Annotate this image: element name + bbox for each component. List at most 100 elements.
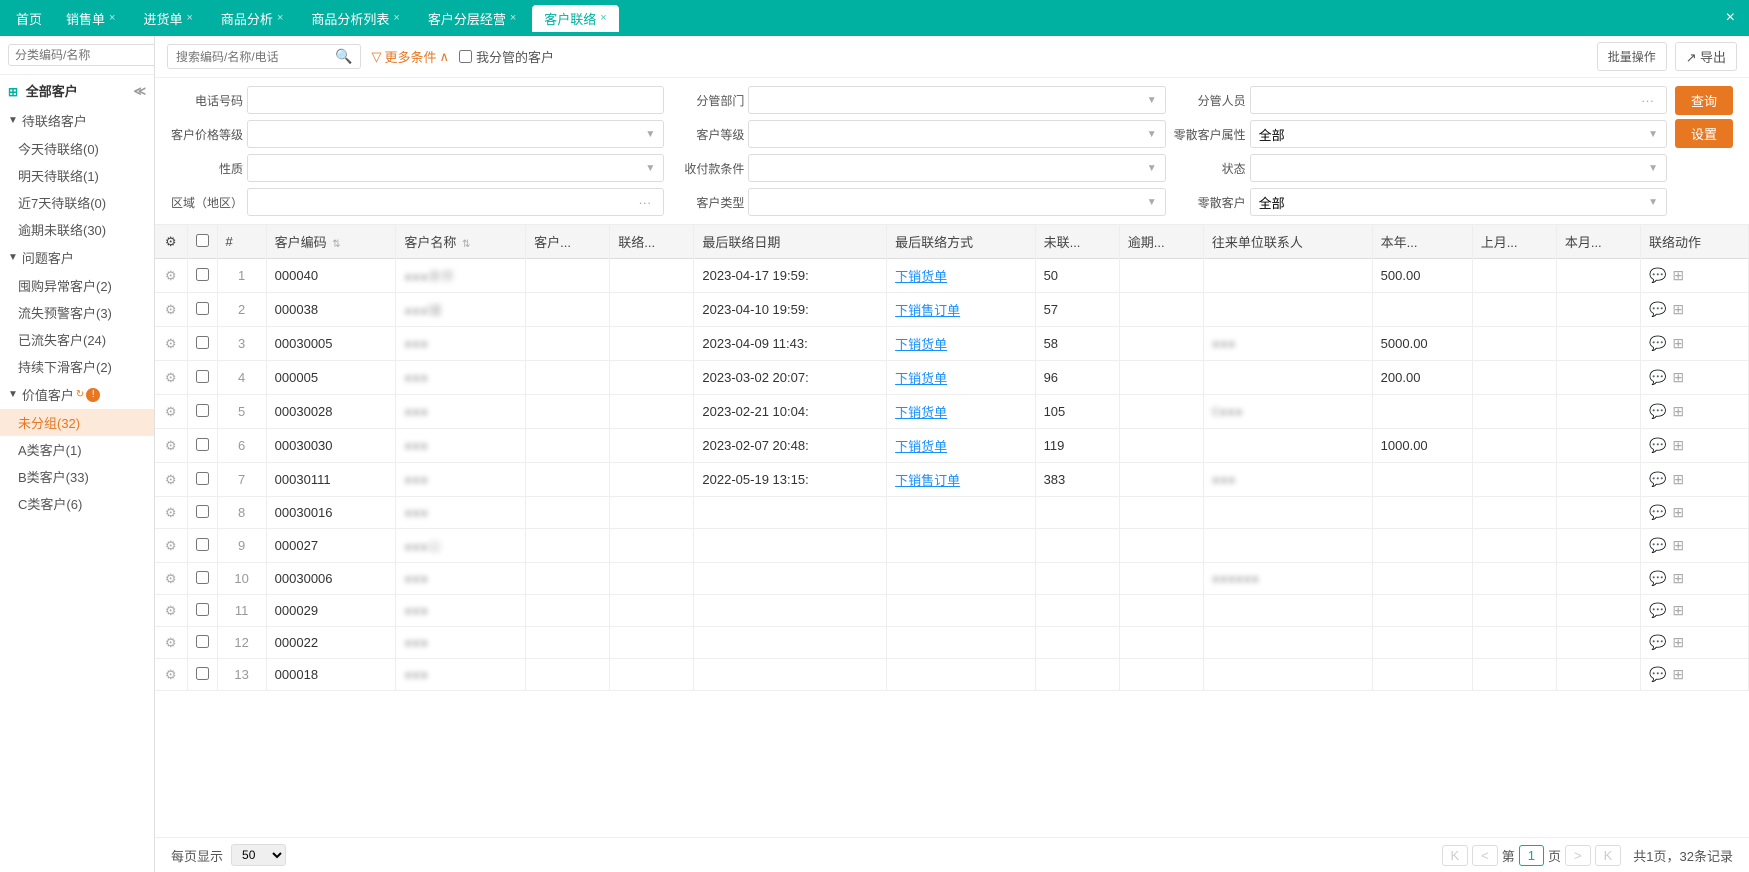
grid-action-icon[interactable]: ⊞ <box>1672 301 1684 318</box>
cell-settings[interactable]: ⚙ <box>155 395 187 429</box>
grid-action-icon[interactable]: ⊞ <box>1672 570 1684 587</box>
row-checkbox[interactable] <box>196 472 209 485</box>
sidebar-item-churned[interactable]: 已流失客户(24) <box>0 326 154 353</box>
filter-input-phone[interactable] <box>247 86 664 114</box>
chat-icon[interactable]: 💬 <box>1649 301 1666 318</box>
chat-icon[interactable]: 💬 <box>1649 666 1666 683</box>
tab-product-analysis[interactable]: 商品分析 × <box>209 5 295 32</box>
grid-action-icon[interactable]: ⊞ <box>1672 634 1684 651</box>
cell-settings[interactable]: ⚙ <box>155 361 187 395</box>
row-checkbox[interactable] <box>196 438 209 451</box>
cell-check[interactable] <box>187 463 217 497</box>
cell-check[interactable] <box>187 293 217 327</box>
filter-select-scatter-attr[interactable]: 全部 ▼ <box>1250 120 1667 148</box>
next-page-btn[interactable]: > <box>1565 845 1591 866</box>
grid-action-icon[interactable]: ⊞ <box>1672 403 1684 420</box>
cell-settings[interactable]: ⚙ <box>155 659 187 691</box>
cell-check[interactable] <box>187 659 217 691</box>
filter-select-price-level[interactable]: ▼ <box>247 120 664 148</box>
filter-select-customer-type[interactable]: ▼ <box>748 188 1165 216</box>
chat-icon[interactable]: 💬 <box>1649 537 1666 554</box>
filter-search-input[interactable] <box>176 50 331 64</box>
cell-last-contact-type[interactable]: 下销售订单 <box>887 463 1036 497</box>
cell-check[interactable] <box>187 395 217 429</box>
query-btn[interactable]: 查询 <box>1675 86 1733 115</box>
row-checkbox[interactable] <box>196 538 209 551</box>
cell-settings[interactable]: ⚙ <box>155 327 187 361</box>
cell-settings[interactable]: ⚙ <box>155 529 187 563</box>
grid-action-icon[interactable]: ⊞ <box>1672 602 1684 619</box>
grid-action-icon[interactable]: ⊞ <box>1672 335 1684 352</box>
sidebar-item-declining[interactable]: 持续下滑客户(2) <box>0 353 154 380</box>
cell-last-contact-type[interactable]: 下销货单 <box>887 327 1036 361</box>
chat-icon[interactable]: 💬 <box>1649 471 1666 488</box>
close-icon[interactable]: × <box>109 12 115 24</box>
cell-settings[interactable]: ⚙ <box>155 463 187 497</box>
select-all-checkbox[interactable] <box>196 234 209 247</box>
chat-icon[interactable]: 💬 <box>1649 403 1666 420</box>
cell-settings[interactable]: ⚙ <box>155 595 187 627</box>
grid-action-icon[interactable]: ⊞ <box>1672 537 1684 554</box>
tab-sales[interactable]: 销售单 × <box>54 5 127 32</box>
cell-check[interactable] <box>187 563 217 595</box>
filter-select-dept[interactable]: ▼ <box>748 86 1165 114</box>
row-checkbox[interactable] <box>196 370 209 383</box>
row-checkbox[interactable] <box>196 603 209 616</box>
filter-select-status[interactable]: ▼ <box>1250 154 1667 182</box>
my-customers-checkbox[interactable] <box>459 50 472 63</box>
tab-purchase[interactable]: 进货单 × <box>131 5 204 32</box>
filter-select-region[interactable]: ··· <box>247 188 664 216</box>
tab-customer-contact[interactable]: 客户联络 × <box>532 5 618 32</box>
sidebar-item-overdue-pending[interactable]: 逾期未联络(30) <box>0 216 154 243</box>
grid-action-icon[interactable]: ⊞ <box>1672 471 1684 488</box>
close-icon[interactable]: × <box>600 12 606 24</box>
chat-icon[interactable]: 💬 <box>1649 369 1666 386</box>
sidebar-item-type-c[interactable]: C类客户(6) <box>0 490 154 517</box>
row-checkbox[interactable] <box>196 336 209 349</box>
export-btn[interactable]: ↗ 导出 <box>1675 42 1737 71</box>
sidebar-item-type-a[interactable]: A类客户(1) <box>0 436 154 463</box>
filter-select-nature[interactable]: ▼ <box>247 154 664 182</box>
chat-icon[interactable]: 💬 <box>1649 437 1666 454</box>
sidebar-item-tomorrow-pending[interactable]: 明天待联络(1) <box>0 162 154 189</box>
sidebar-item-today-pending[interactable]: 今天待联络(0) <box>0 135 154 162</box>
row-checkbox[interactable] <box>196 667 209 680</box>
sidebar-item-churn-warning[interactable]: 流失预警客户(3) <box>0 299 154 326</box>
chat-icon[interactable]: 💬 <box>1649 602 1666 619</box>
cell-check[interactable] <box>187 595 217 627</box>
row-checkbox[interactable] <box>196 268 209 281</box>
cell-last-contact-type[interactable]: 下销售订单 <box>887 293 1036 327</box>
cell-last-contact-type[interactable]: 下销货单 <box>887 361 1036 395</box>
filter-select-scatter[interactable]: 全部 ▼ <box>1250 188 1667 216</box>
col-code[interactable]: 客户编码 ⇅ <box>266 225 396 259</box>
problem-customer-group[interactable]: ▼ 问题客户 <box>0 243 154 272</box>
all-customers-header[interactable]: ⊞ 全部客户 ≪ <box>0 75 154 106</box>
cell-check[interactable] <box>187 361 217 395</box>
chat-icon[interactable]: 💬 <box>1649 267 1666 284</box>
close-icon[interactable]: × <box>510 12 516 24</box>
cell-settings[interactable]: ⚙ <box>155 563 187 595</box>
dots-icon[interactable]: ··· <box>1637 93 1658 108</box>
chat-icon[interactable]: 💬 <box>1649 504 1666 521</box>
close-icon[interactable]: × <box>186 12 192 24</box>
sidebar-item-ungrouped[interactable]: 未分组(32) <box>0 409 154 436</box>
grid-action-icon[interactable]: ⊞ <box>1672 267 1684 284</box>
cell-check[interactable] <box>187 429 217 463</box>
cell-check[interactable] <box>187 327 217 361</box>
cell-last-contact-type[interactable]: 下销货单 <box>887 259 1036 293</box>
chat-icon[interactable]: 💬 <box>1649 634 1666 651</box>
value-customer-group[interactable]: ▼ 价值客户 ↻ ! <box>0 380 154 409</box>
cell-check[interactable] <box>187 529 217 563</box>
search-icon[interactable]: 🔍 <box>335 48 352 65</box>
close-icon[interactable]: × <box>277 12 283 24</box>
sidebar-item-7days-pending[interactable]: 近7天待联络(0) <box>0 189 154 216</box>
chat-icon[interactable]: 💬 <box>1649 570 1666 587</box>
grid-action-icon[interactable]: ⊞ <box>1672 504 1684 521</box>
dots-icon[interactable]: ··· <box>634 195 655 210</box>
row-checkbox[interactable] <box>196 635 209 648</box>
collapse-icon[interactable]: ≪ <box>133 84 146 98</box>
grid-action-icon[interactable]: ⊞ <box>1672 369 1684 386</box>
tab-customer-layer[interactable]: 客户分层经营 × <box>416 5 528 32</box>
grid-action-icon[interactable]: ⊞ <box>1672 666 1684 683</box>
refresh-icon[interactable]: ↻ <box>76 389 84 400</box>
